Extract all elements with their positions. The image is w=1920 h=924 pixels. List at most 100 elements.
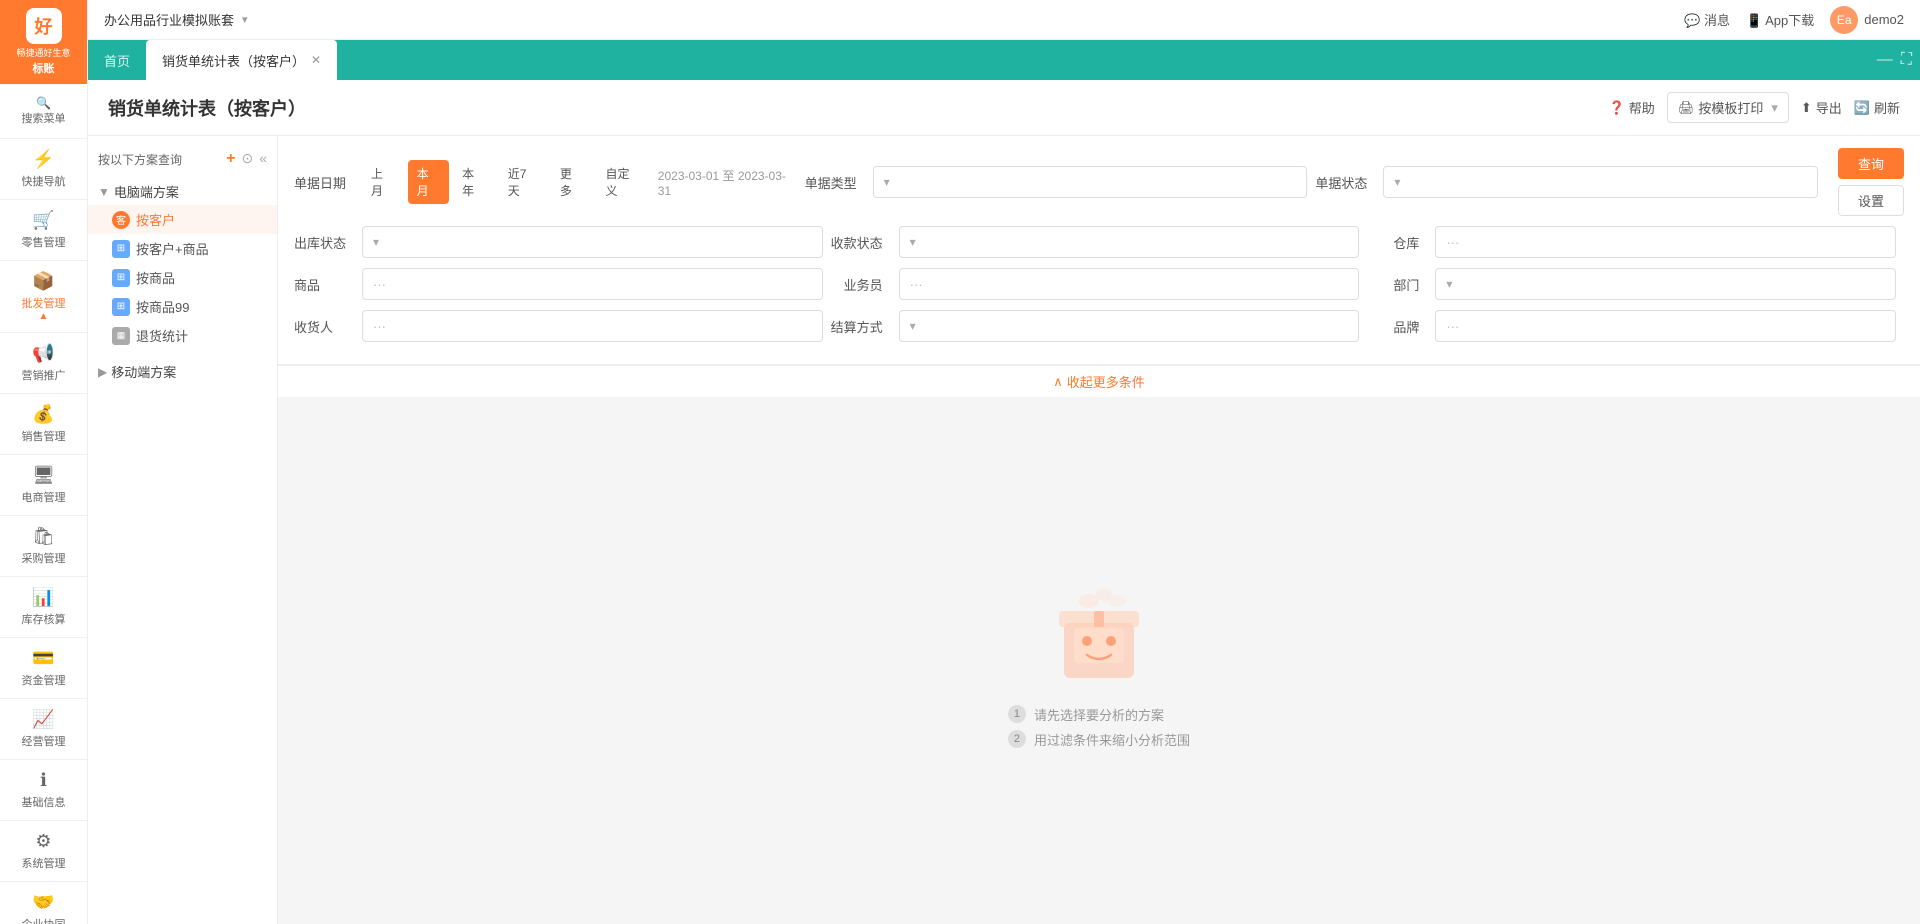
order-type-select[interactable] <box>873 166 1308 198</box>
messages-label: 消息 <box>1704 13 1730 28</box>
sidebar-item-wholesale[interactable]: 📦 批发管理 ▲ <box>0 261 88 333</box>
group-label: 移动端方案 <box>111 362 176 381</box>
date-btn-last7days[interactable]: 近7天 <box>499 160 547 204</box>
marketing-icon: 📢 <box>32 343 54 364</box>
date-btn-this-month[interactable]: 本月 <box>408 160 450 204</box>
sidebar-item-sales[interactable]: 💰 销售管理 <box>0 394 88 455</box>
app-download-btn[interactable]: 📱 App下载 <box>1746 10 1814 29</box>
date-btn-this-year[interactable]: 本年 <box>453 160 495 204</box>
refresh-btn[interactable]: 🔄 刷新 <box>1854 98 1900 117</box>
system-icon: ⚙ <box>35 831 51 852</box>
basic-info-icon: ℹ <box>40 770 47 791</box>
dept-select[interactable] <box>1435 268 1896 300</box>
scheme-item-by-customer[interactable]: 客 按客户 <box>88 205 277 234</box>
logo-text: 标账 <box>33 60 55 76</box>
quick-nav-icon: ⚡ <box>32 149 54 170</box>
tab-close-icon[interactable]: ✕ <box>311 53 321 67</box>
settlement-select[interactable] <box>899 310 1360 342</box>
warehouse-input[interactable]: ··· <box>1435 226 1896 258</box>
finance-icon: 💳 <box>32 648 54 669</box>
sidebar-item-inventory[interactable]: 📊 库存核算 <box>0 577 88 638</box>
sidebar-item-ecommerce[interactable]: 🖥 电商管理 <box>0 455 88 516</box>
out-status-select[interactable] <box>362 226 823 258</box>
receiver-input[interactable]: ··· <box>362 310 823 342</box>
scheme-group-desktop-header[interactable]: ▼ 电脑端方案 <box>88 178 277 205</box>
top-header-left: 办公用品行业模拟账套 ▾ <box>104 10 248 29</box>
sidebar-item-system[interactable]: ⚙ 系统管理 <box>0 821 88 882</box>
sidebar-label: 系统管理 <box>22 855 66 871</box>
scheme-item-icon: ⊞ <box>112 298 130 316</box>
help-btn[interactable]: ❓ 帮助 <box>1609 98 1655 117</box>
order-status-select[interactable] <box>1383 166 1818 198</box>
tab-home[interactable]: 首页 <box>88 40 146 80</box>
sidebar-item-purchase[interactable]: 🛍 采购管理 <box>0 516 88 577</box>
sales-icon: 💰 <box>32 404 54 425</box>
scheme-group-mobile-header[interactable]: ▶ 移动端方案 <box>88 358 277 385</box>
sidebar-item-basic-info[interactable]: ℹ 基础信息 <box>0 760 88 821</box>
sidebar-item-search-menu[interactable]: 🔍 搜索菜单 <box>0 84 88 139</box>
help-icon: ❓ <box>1609 100 1625 116</box>
scheme-item-return-stats[interactable]: ▦ 退货统计 <box>88 321 277 350</box>
sidebar-item-operations[interactable]: 📈 经营管理 <box>0 699 88 760</box>
hint1-text: 请先选择要分析的方案 <box>1034 705 1164 724</box>
sidebar-item-quick-nav[interactable]: ⚡ 快捷导航 <box>0 139 88 200</box>
out-status-label: 出库状态 <box>294 233 354 252</box>
group-label: 电脑端方案 <box>114 182 179 201</box>
wholesale-icon: 📦 <box>32 271 54 292</box>
app-download-label: App下载 <box>1765 13 1814 28</box>
sidebar-label: 采购管理 <box>22 550 66 566</box>
date-btn-custom[interactable]: 自定义 <box>596 160 649 204</box>
username-label: demo2 <box>1864 12 1904 27</box>
scheme-group-desktop: ▼ 电脑端方案 客 按客户 ⊞ 按客户+商品 ⊞ 按商品 <box>88 174 277 354</box>
template-print-btn[interactable]: 🖨 按模板打印 ▾ <box>1667 92 1789 123</box>
date-btn-more[interactable]: 更多 <box>551 160 593 204</box>
sidebar-item-finance[interactable]: 💳 资金管理 <box>0 638 88 699</box>
tab-maximize-icon[interactable]: ⛶ <box>1901 51 1912 69</box>
order-status-label: 单据状态 <box>1315 173 1375 192</box>
page-actions: ❓ 帮助 🖨 按模板打印 ▾ ⬆ 导出 🔄 刷新 <box>1609 92 1900 123</box>
scheme-item-label: 按客户+商品 <box>136 239 209 258</box>
salesperson-input[interactable]: ··· <box>899 268 1360 300</box>
scheme-add-btn[interactable]: + <box>226 150 235 168</box>
tab-minimize-icon[interactable]: — <box>1877 51 1893 69</box>
tab-sales-report[interactable]: 销货单统计表（按客户） ✕ <box>146 40 337 80</box>
schemes-title: 按以下方案查询 <box>98 151 182 168</box>
export-btn[interactable]: ⬆ 导出 <box>1801 98 1842 117</box>
sidebar-item-marketing[interactable]: 📢 营销推广 <box>0 333 88 394</box>
date-filter-group: 上月 本月 本年 近7天 更多 自定义 2023-03-01 至 2023-03… <box>362 160 797 204</box>
goods-input[interactable]: ··· <box>362 268 823 300</box>
collapse-more-btn[interactable]: ∧ 收起更多条件 <box>278 365 1920 397</box>
print-dropdown-arrow: ▾ <box>1771 100 1778 116</box>
scheme-item-by-goods99[interactable]: ⊞ 按商品99 <box>88 292 277 321</box>
hint-item-1: 1 请先选择要分析的方案 <box>1008 705 1190 724</box>
avatar: Ea <box>1830 6 1858 34</box>
scheme-collapse-btn[interactable]: « <box>259 150 267 168</box>
enterprise-icon: 🤝 <box>32 892 54 913</box>
suite-dropdown-arrow[interactable]: ▾ <box>242 13 248 26</box>
date-btn-last-month[interactable]: 上月 <box>362 160 404 204</box>
user-profile[interactable]: Ea demo2 <box>1830 6 1904 34</box>
scheme-item-label: 退货统计 <box>136 326 188 345</box>
scheme-item-by-goods[interactable]: ⊞ 按商品 <box>88 263 277 292</box>
sidebar-label: 资金管理 <box>22 672 66 688</box>
logo-icon: 好 <box>26 8 62 44</box>
schemes-header: 按以下方案查询 + ⊙ « <box>88 144 277 174</box>
scheme-item-label: 按商品 <box>136 268 175 287</box>
purchase-icon: 🛍 <box>32 526 55 547</box>
sidebar-label: 基础信息 <box>22 794 66 810</box>
filter-results: 单据日期 上月 本月 本年 近7天 更多 自定义 2023-03-01 至 20… <box>278 136 1920 924</box>
scheme-edit-btn[interactable]: ⊙ <box>241 150 253 168</box>
collection-status-select[interactable] <box>899 226 1360 258</box>
brand-input[interactable]: ··· <box>1435 310 1896 342</box>
sidebar-item-enterprise[interactable]: 🤝 企业协同 <box>0 882 88 924</box>
settings-button[interactable]: 设置 <box>1838 185 1904 216</box>
sidebar-item-retail[interactable]: 🛒 零售管理 <box>0 200 88 261</box>
messages-btn[interactable]: 💬 消息 <box>1684 10 1730 29</box>
hint2-text: 用过滤条件来缩小分析范围 <box>1034 730 1190 749</box>
results-area: 1 请先选择要分析的方案 2 用过滤条件来缩小分析范围 <box>278 397 1920 924</box>
scheme-item-by-customer-goods[interactable]: ⊞ 按客户+商品 <box>88 234 277 263</box>
brand-label: 品牌 <box>1367 317 1427 336</box>
sidebar-label: 电商管理 <box>22 489 66 505</box>
refresh-icon: 🔄 <box>1854 100 1870 116</box>
query-button[interactable]: 查询 <box>1838 148 1904 179</box>
